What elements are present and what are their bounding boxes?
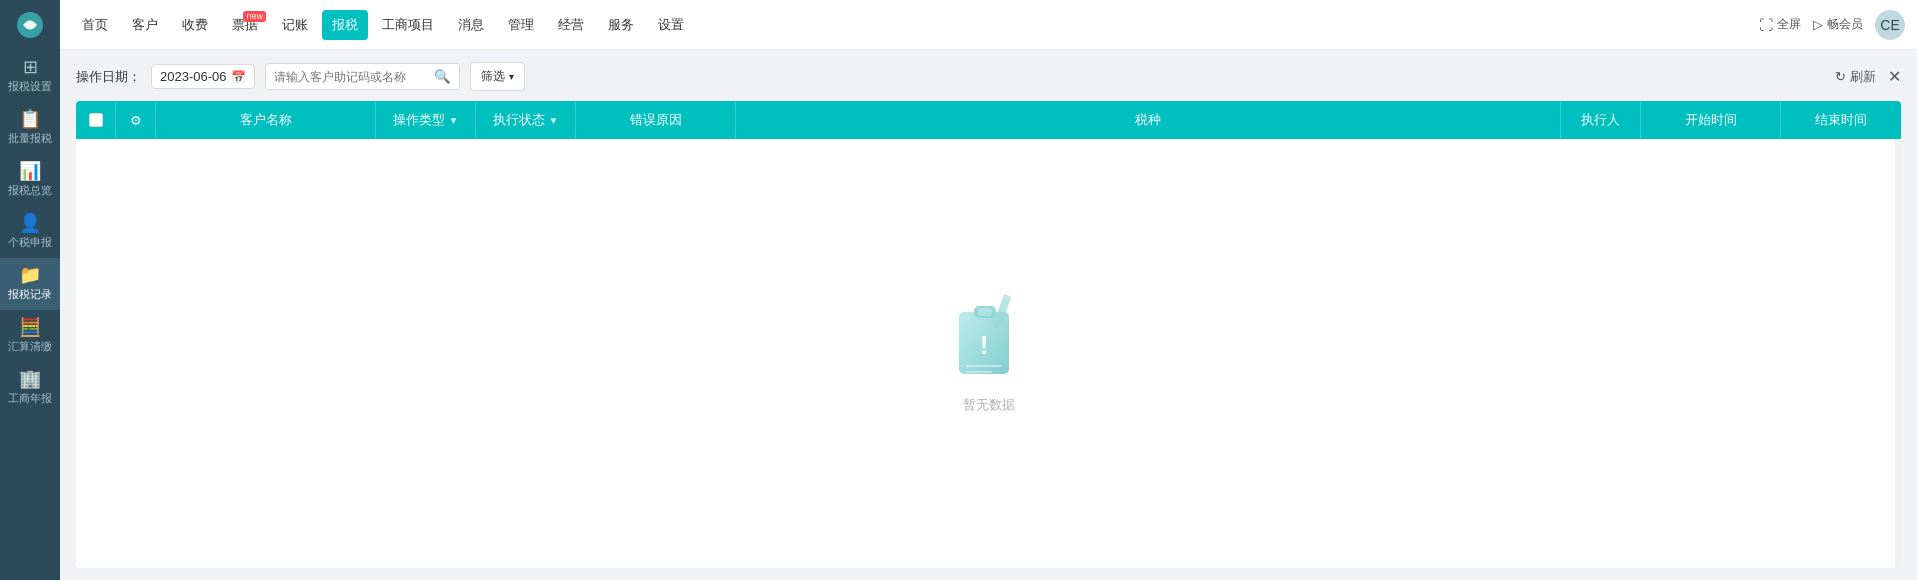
th-zhixingren: 执行人 — [1561, 101, 1641, 139]
member-label: 畅会员 — [1827, 16, 1863, 33]
refresh-icon: ↻ — [1835, 69, 1846, 84]
sort-icon-zhixingzhuangtai: ▼ — [549, 115, 559, 126]
th-shuizhong: 税种 — [736, 101, 1561, 139]
sort-icon-caozuoleixing: ▼ — [449, 115, 459, 126]
th-cuowuyuanyin: 错误原因 — [576, 101, 736, 139]
new-badge: new — [243, 11, 266, 22]
nav-xiaoxi[interactable]: 消息 — [448, 10, 494, 40]
sidebar-item-huisuanqingsuan[interactable]: 🧮 汇算清缴 — [0, 310, 60, 362]
gongshangnianbo-icon: 🏢 — [19, 370, 41, 388]
th-jieshuishijian: 结束时间 — [1781, 101, 1901, 139]
sidebar-item-gongshangnianbo-label: 工商年报 — [8, 391, 52, 406]
sidebar-item-piliangshuishui[interactable]: 📋 批量报税 — [0, 102, 60, 154]
baoshuishezhi-icon: ⊞ — [23, 58, 38, 76]
empty-state: ! 暂无数据 — [909, 254, 1069, 454]
sidebar-item-baosuijilu[interactable]: 📁 报税记录 — [0, 258, 60, 310]
nav-shoufei[interactable]: 收费 — [172, 10, 218, 40]
scrollbar-track[interactable] — [1895, 139, 1901, 568]
main-area: 首页 客户 收费 票据 new 记账 报税 工商项目 消息 管理 经营 服务 设… — [60, 0, 1917, 580]
th-checkbox — [76, 101, 116, 139]
shuizhong-label: 税种 — [1135, 111, 1161, 129]
zhixingren-label: 执行人 — [1581, 111, 1620, 129]
nav-piao[interactable]: 票据 new — [222, 10, 268, 40]
kaishishijian-label: 开始时间 — [1685, 111, 1737, 129]
empty-illustration: ! — [949, 294, 1029, 384]
caozuoleixing-label: 操作类型 — [393, 111, 445, 129]
nav-kehu[interactable]: 客户 — [122, 10, 168, 40]
search-box: 🔍 — [265, 63, 460, 90]
huisuanqingsuan-icon: 🧮 — [19, 318, 41, 336]
jieshuishijian-label: 结束时间 — [1815, 111, 1867, 129]
search-button[interactable]: 🔍 — [426, 64, 459, 89]
baosuizonglan-icon: 📊 — [19, 162, 41, 180]
date-value: 2023-06-06 — [160, 69, 227, 84]
toolbar: 操作日期： 2023-06-06 📅 🔍 筛选 ▾ ↻ 刷新 ✕ — [76, 62, 1901, 91]
sidebar-item-huisuanqingsuan-label: 汇算清缴 — [8, 339, 52, 354]
geshuishenbao-icon: 👤 — [19, 214, 41, 232]
nav-fuwu[interactable]: 服务 — [598, 10, 644, 40]
play-icon: ▷ — [1813, 17, 1823, 32]
table-body: ! 暂无数据 — [76, 139, 1901, 568]
th-caozuoleixing[interactable]: 操作类型 ▼ — [376, 101, 476, 139]
date-input[interactable]: 2023-06-06 📅 — [151, 64, 255, 89]
nav-guanli[interactable]: 管理 — [498, 10, 544, 40]
content: 操作日期： 2023-06-06 📅 🔍 筛选 ▾ ↻ 刷新 ✕ — [60, 50, 1917, 580]
calendar-icon: 📅 — [231, 70, 246, 84]
nav-shezhi[interactable]: 设置 — [648, 10, 694, 40]
search-input[interactable] — [266, 65, 426, 89]
fullscreen-icon: ⛶ — [1759, 17, 1773, 33]
sidebar-item-baosuijilu-label: 报税记录 — [8, 287, 52, 302]
sidebar-item-baosuizonglan[interactable]: 📊 报税总览 — [0, 154, 60, 206]
refresh-label: 刷新 — [1850, 68, 1876, 86]
nav-baoshui[interactable]: 报税 — [322, 10, 368, 40]
topnav-right: ⛶ 全屏 ▷ 畅会员 CE — [1759, 10, 1905, 40]
nav-jingying[interactable]: 经营 — [548, 10, 594, 40]
sidebar-item-baosuizonglan-label: 报税总览 — [8, 183, 52, 198]
refresh-button[interactable]: ↻ 刷新 — [1835, 68, 1876, 86]
th-zhixingzhuangtai[interactable]: 执行状态 ▼ — [476, 101, 576, 139]
th-kaishishijian: 开始时间 — [1641, 101, 1781, 139]
baosuijilu-icon: 📁 — [19, 266, 41, 284]
chevron-down-icon: ▾ — [509, 71, 514, 82]
avatar[interactable]: CE — [1875, 10, 1905, 40]
sidebar-item-geshuishenbao[interactable]: 👤 个税申报 — [0, 206, 60, 258]
fullscreen-label: 全屏 — [1777, 16, 1801, 33]
svg-text:!: ! — [979, 330, 988, 360]
zhixingzhuangtai-label: 执行状态 — [493, 111, 545, 129]
svg-rect-6 — [978, 308, 992, 316]
sidebar-item-baoshuishezhi[interactable]: ⊞ 报税设置 — [0, 50, 60, 102]
empty-text: 暂无数据 — [963, 396, 1015, 414]
piliangshuishui-icon: 📋 — [19, 110, 41, 128]
nav-items: 首页 客户 收费 票据 new 记账 报税 工商项目 消息 管理 经营 服务 设… — [72, 10, 1759, 40]
cuowuyuanyin-label: 错误原因 — [630, 111, 682, 129]
close-button[interactable]: ✕ — [1888, 67, 1901, 86]
nav-jizhang[interactable]: 记账 — [272, 10, 318, 40]
th-settings: ⚙ — [116, 101, 156, 139]
kehumingcheng-label: 客户名称 — [240, 111, 292, 129]
sidebar-item-gongshangnianbo[interactable]: 🏢 工商年报 — [0, 362, 60, 414]
select-all-checkbox[interactable] — [89, 113, 103, 127]
toolbar-right: ↻ 刷新 ✕ — [1835, 67, 1901, 86]
sidebar: ⊞ 报税设置 📋 批量报税 📊 报税总览 👤 个税申报 📁 报税记录 🧮 汇算清… — [0, 0, 60, 580]
sidebar-item-geshuishenbao-label: 个税申报 — [8, 235, 52, 250]
topnav: 首页 客户 收费 票据 new 记账 报税 工商项目 消息 管理 经营 服务 设… — [60, 0, 1917, 50]
th-kehumingcheng: 客户名称 — [156, 101, 376, 139]
filter-button[interactable]: 筛选 ▾ — [470, 62, 525, 91]
fullscreen-button[interactable]: ⛶ 全屏 — [1759, 16, 1801, 33]
sidebar-item-piliangshuishui-label: 批量报税 — [8, 131, 52, 146]
date-label: 操作日期： — [76, 68, 141, 86]
nav-shouye[interactable]: 首页 — [72, 10, 118, 40]
filter-label: 筛选 — [481, 68, 505, 85]
sidebar-item-baoshuishezhi-label: 报税设置 — [8, 79, 52, 94]
app-logo[interactable] — [0, 0, 60, 50]
table-header: ⚙ 客户名称 操作类型 ▼ 执行状态 ▼ 错误原因 税种 — [76, 101, 1901, 139]
member-button[interactable]: ▷ 畅会员 — [1813, 16, 1863, 33]
table-container: ⚙ 客户名称 操作类型 ▼ 执行状态 ▼ 错误原因 税种 — [76, 101, 1901, 568]
nav-gongshangxiangmu[interactable]: 工商项目 — [372, 10, 444, 40]
settings-icon[interactable]: ⚙ — [130, 113, 142, 128]
